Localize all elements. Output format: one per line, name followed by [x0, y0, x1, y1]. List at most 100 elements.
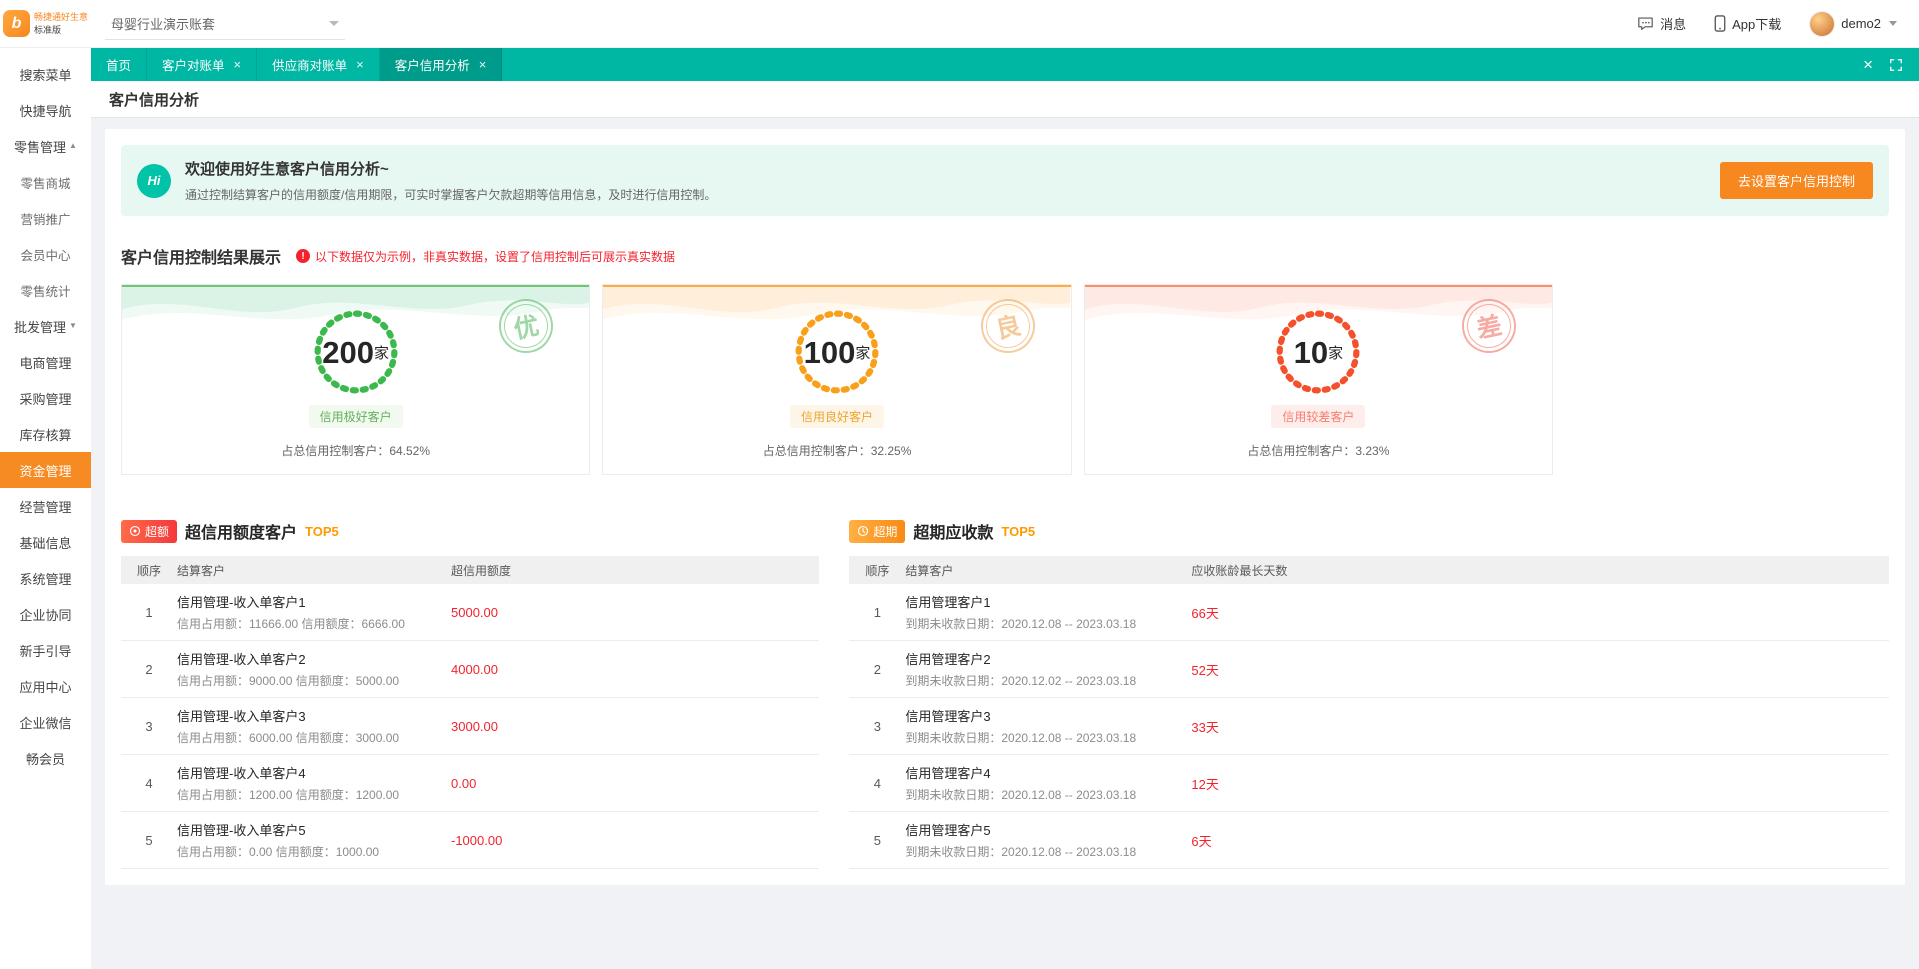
table-row[interactable]: 1 信用管理客户1 到期未收款日期：2020.12.08 -- 2023.03.1…	[849, 584, 1889, 641]
row-index: 1	[145, 604, 153, 620]
sidebar-item-marketing[interactable]: 营销推广	[0, 200, 91, 236]
tab-label: 供应商对账单	[272, 59, 348, 73]
table-row[interactable]: 4 信用管理客户4 到期未收款日期：2020.12.08 -- 2023.03.1…	[849, 755, 1889, 812]
credit-cards-row: 200 家 信用极好客户 占总信用控制客户：64.52% 优 100 家 信用良…	[121, 284, 1554, 475]
page-title: 客户信用分析	[109, 91, 200, 109]
sidebar-item-chang-member[interactable]: 畅会员	[0, 740, 91, 776]
app-download-button[interactable]: App下载	[1714, 14, 1781, 33]
tabbar-controls	[1847, 48, 1919, 81]
table-title: 超期应收款	[913, 525, 994, 542]
row-value: 66天	[1191, 605, 1219, 621]
sidebar-item-app-center[interactable]: 应用中心	[0, 668, 91, 704]
sidebar-item-enterprise-collab[interactable]: 企业协同	[0, 596, 91, 632]
credit-gauge: 200 家	[310, 306, 402, 398]
banner-title: 欢迎使用好生意客户信用分析~	[185, 161, 389, 178]
col-order: 顺序	[865, 563, 890, 578]
tables-row: 超额 超信用额度客户 TOP5 顺序 结算客户 超信用额度 1 信用管理-收入单…	[121, 519, 1889, 869]
client-detail: 到期未收款日期：2020.12.08 -- 2023.03.18	[905, 617, 1137, 631]
sidebar-item-wecom[interactable]: 企业微信	[0, 704, 91, 740]
sidebar-item-label: 经营管理	[19, 499, 72, 515]
table-row[interactable]: 3 信用管理-收入单客户3 信用占用额：6000.00 信用额度：3000.00 …	[121, 698, 820, 755]
row-client: 信用管理-收入单客户4 信用占用额：1200.00 信用额度：1200.00	[177, 763, 451, 803]
customer-count: 200	[322, 334, 375, 370]
client-detail: 信用占用额：11666.00 信用额度：6666.00	[177, 617, 405, 631]
messages-button[interactable]: 消息	[1637, 14, 1686, 33]
seal-character: 优	[511, 311, 542, 345]
table-header-row: 顺序 结算客户 应收账龄最长天数	[849, 556, 1889, 584]
table-row[interactable]: 2 信用管理客户2 到期未收款日期：2020.12.02 -- 2023.03.1…	[849, 641, 1889, 698]
notice-text: 以下数据仅为示例，非真实数据，设置了信用控制后可展示真实数据	[315, 249, 676, 264]
sidebar-item-purchase-management[interactable]: 采购管理	[0, 380, 91, 416]
tab-home[interactable]: 首页	[91, 48, 148, 81]
sidebar-item-newbie-guide[interactable]: 新手引导	[0, 632, 91, 668]
body-row: 搜索菜单 快捷导航 零售管理 零售商城 营销推广 会员中心 零售统计 批发管理 …	[0, 48, 1919, 969]
client-name: 信用管理-收入单客户1	[177, 595, 306, 610]
tab-close-icon[interactable]	[479, 58, 487, 71]
seal-character: 差	[1474, 311, 1505, 345]
sidebar-item-wholesale-management[interactable]: 批发管理	[0, 308, 91, 344]
banner-desc: 通过控制结算客户的信用额度/信用期限，可实时掌握客户欠款超期等信用信息，及时进行…	[185, 188, 717, 202]
table-row[interactable]: 4 信用管理-收入单客户4 信用占用额：1200.00 信用额度：1200.00 …	[121, 755, 820, 812]
gauge-value: 200 家	[310, 306, 402, 398]
sidebar-item-retail-mall[interactable]: 零售商城	[0, 164, 91, 200]
welcome-banner: Hi 欢迎使用好生意客户信用分析~ 通过控制结算客户的信用额度/信用期限，可实时…	[121, 145, 1889, 216]
page-header: 客户信用分析	[91, 81, 1919, 117]
section-head: 客户信用控制结果展示 以下数据仅为示例，非真实数据，设置了信用控制后可展示真实数…	[121, 244, 1889, 268]
table-row[interactable]: 3 信用管理客户3 到期未收款日期：2020.12.08 -- 2023.03.1…	[849, 698, 1889, 755]
sidebar-item-quick-nav[interactable]: 快捷导航	[0, 92, 91, 128]
row-index: 2	[145, 661, 153, 677]
client-detail: 信用占用额：9000.00 信用额度：5000.00	[177, 674, 400, 688]
message-icon	[1638, 17, 1653, 30]
sidebar-item-retail-stats[interactable]: 零售统计	[0, 272, 91, 308]
sidebar-item-business-management[interactable]: 经营管理	[0, 488, 91, 524]
table-row[interactable]: 1 信用管理-收入单客户1 信用占用额：11666.00 信用额度：6666.00…	[121, 584, 820, 641]
table-row[interactable]: 5 信用管理-收入单客户5 信用占用额：0.00 信用额度：1000.00 -10…	[121, 812, 820, 869]
brand-edition: 标准版	[34, 24, 62, 35]
count-unit: 家	[855, 344, 871, 362]
row-value: 0.00	[451, 775, 477, 791]
client-name: 信用管理客户5	[905, 823, 991, 838]
sidebar-item-search-menu[interactable]: 搜索菜单	[0, 56, 91, 92]
row-value: 52天	[1191, 662, 1219, 678]
row-client: 信用管理-收入单客户1 信用占用额：11666.00 信用额度：6666.00	[177, 592, 451, 632]
client-name: 信用管理-收入单客户5	[177, 823, 306, 838]
sidebar-item-label: 快捷导航	[19, 103, 72, 119]
sidebar-item-funds-management[interactable]: 资金管理	[0, 452, 91, 488]
topbar-right: 消息 App下载 demo2	[1637, 10, 1919, 37]
app-download-label: App下载	[1732, 17, 1782, 32]
sidebar-item-member-center[interactable]: 会员中心	[0, 236, 91, 272]
overdue-receivables-table: 超期 超期应收款 TOP5 顺序 结算客户 应收账龄最长天数 1 信用管理客户1…	[849, 519, 1889, 869]
sidebar-item-inventory-accounting[interactable]: 库存核算	[0, 416, 91, 452]
sidebar-item-basic-info[interactable]: 基础信息	[0, 524, 91, 560]
tab-customer-credit-analysis[interactable]: 客户信用分析	[379, 48, 503, 81]
sidebar-item-label: 应用中心	[19, 679, 72, 695]
customer-count: 10	[1293, 334, 1329, 370]
sidebar-item-retail-management[interactable]: 零售管理	[0, 128, 91, 164]
sidebar-item-ecommerce-management[interactable]: 电商管理	[0, 344, 91, 380]
sample-data-notice: 以下数据仅为示例，非真实数据，设置了信用控制后可展示真实数据	[296, 248, 675, 265]
account-selector[interactable]: 母婴行业演示账套	[105, 8, 345, 40]
sidebar-item-label: 会员中心	[20, 248, 71, 263]
tab-customer-statement[interactable]: 客户对账单	[147, 48, 258, 81]
app-logo[interactable]: b 畅捷通好生意 标准版	[0, 0, 91, 47]
row-value: 3000.00	[451, 718, 498, 734]
row-index: 5	[873, 832, 881, 848]
tab-supplier-statement[interactable]: 供应商对账单	[257, 48, 380, 81]
table-header-row: 顺序 结算客户 超信用额度	[121, 556, 820, 584]
row-client: 信用管理-收入单客户2 信用占用额：9000.00 信用额度：5000.00	[177, 649, 451, 689]
row-client: 信用管理客户4 到期未收款日期：2020.12.08 -- 2023.03.18	[905, 763, 1191, 803]
sidebar-item-label: 基础信息	[19, 535, 72, 551]
client-name: 信用管理客户4	[905, 766, 991, 781]
account-name: 母婴行业演示账套	[111, 16, 216, 32]
setup-credit-control-button[interactable]: 去设置客户信用控制	[1719, 162, 1873, 199]
tab-close-icon[interactable]	[356, 58, 364, 71]
tab-close-icon[interactable]	[234, 58, 242, 71]
main-area: 首页 客户对账单 供应商对账单 客户信用分析 客户信用分析 Hi	[91, 48, 1919, 969]
table-row[interactable]: 5 信用管理客户5 到期未收款日期：2020.12.08 -- 2023.03.1…	[849, 812, 1889, 869]
table-row[interactable]: 2 信用管理-收入单客户2 信用占用额：9000.00 信用额度：5000.00 …	[121, 641, 820, 698]
user-menu[interactable]: demo2	[1809, 10, 1897, 37]
content-scroll[interactable]: Hi 欢迎使用好生意客户信用分析~ 通过控制结算客户的信用额度/信用期限，可实时…	[91, 117, 1919, 969]
close-icon[interactable]	[1863, 56, 1873, 73]
sidebar-item-system-management[interactable]: 系统管理	[0, 560, 91, 596]
fullscreen-icon[interactable]	[1889, 58, 1903, 72]
